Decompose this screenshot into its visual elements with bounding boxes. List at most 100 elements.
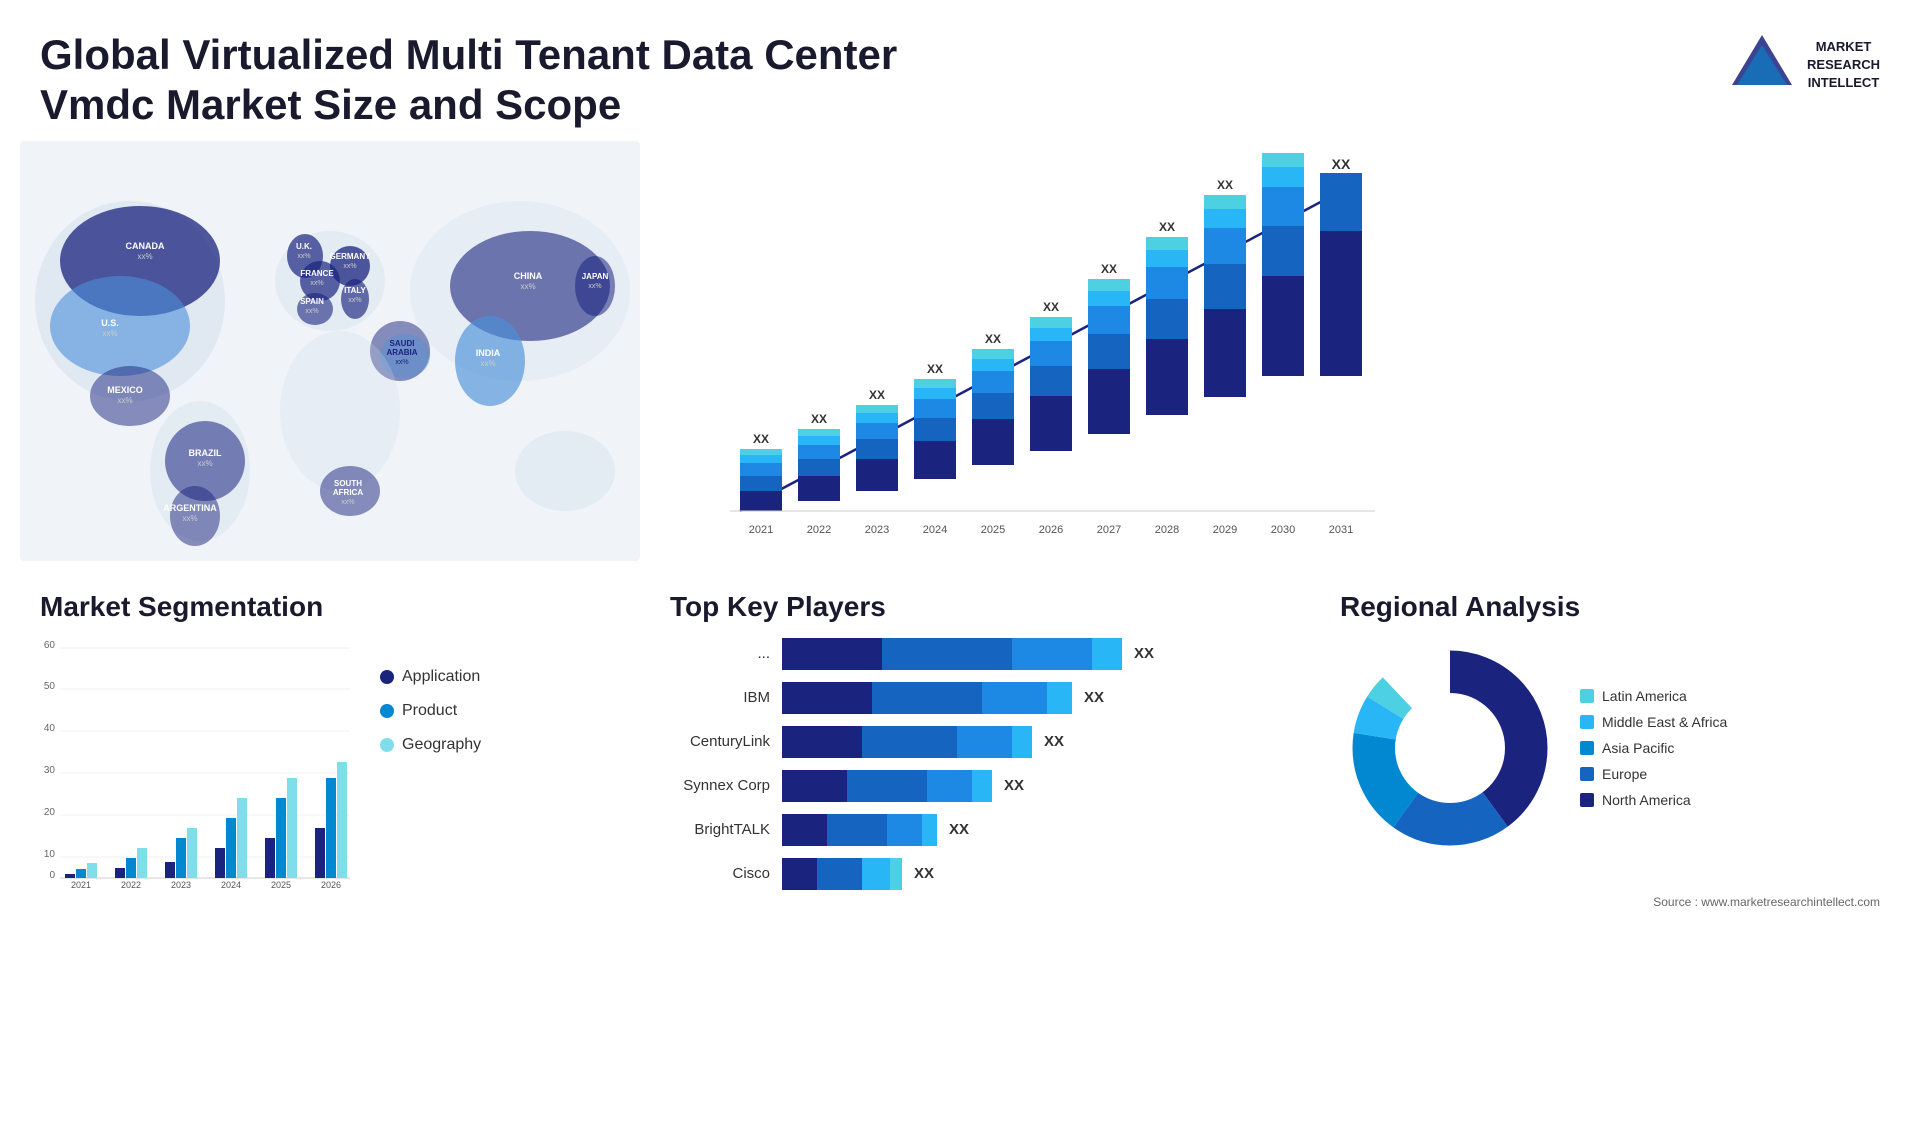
svg-text:xx%: xx% bbox=[520, 282, 535, 291]
svg-text:XX: XX bbox=[869, 388, 885, 402]
svg-text:xx%: xx% bbox=[117, 396, 132, 405]
legend-color-europe bbox=[1580, 767, 1594, 781]
svg-text:CHINA: CHINA bbox=[514, 271, 543, 281]
logo-text: MARKET RESEARCH INTELLECT bbox=[1807, 38, 1880, 93]
svg-text:xx%: xx% bbox=[197, 459, 212, 468]
legend-dot-application bbox=[380, 670, 394, 684]
svg-text:xx%: xx% bbox=[310, 280, 323, 287]
svg-text:SPAIN: SPAIN bbox=[300, 297, 324, 306]
legend-dot-product bbox=[380, 704, 394, 718]
legend-color-latin bbox=[1580, 689, 1594, 703]
player-name-2: CenturyLink bbox=[670, 733, 770, 750]
bar-chart-svg: XX 2021 XX 2022 XX 2023 XX 20 bbox=[710, 151, 1390, 571]
logo: MARKET RESEARCH INTELLECT bbox=[1727, 30, 1880, 100]
legend-color-mea bbox=[1580, 715, 1594, 729]
svg-text:2026: 2026 bbox=[321, 880, 341, 888]
regional-legend: Latin America Middle East & Africa Asia … bbox=[1580, 688, 1727, 808]
svg-text:2026: 2026 bbox=[1039, 524, 1063, 536]
svg-text:2021: 2021 bbox=[749, 524, 773, 536]
key-players-section: Top Key Players ... XX IBM bbox=[640, 586, 1320, 895]
player-name-4: BrightTALK bbox=[670, 821, 770, 838]
svg-text:2024: 2024 bbox=[923, 524, 947, 536]
svg-text:xx%: xx% bbox=[343, 263, 356, 270]
svg-text:xx%: xx% bbox=[395, 359, 408, 366]
svg-text:30: 30 bbox=[44, 765, 56, 776]
svg-text:MEXICO: MEXICO bbox=[107, 385, 143, 395]
player-row-5: Cisco XX bbox=[670, 858, 1290, 890]
svg-text:xx%: xx% bbox=[588, 283, 601, 290]
player-bar-4 bbox=[782, 814, 937, 846]
legend-label-mea: Middle East & Africa bbox=[1602, 714, 1727, 730]
player-value-2: XX bbox=[1044, 733, 1064, 750]
player-row-3: Synnex Corp XX bbox=[670, 770, 1290, 802]
svg-text:XX: XX bbox=[1332, 156, 1351, 172]
svg-text:xx%: xx% bbox=[480, 359, 495, 368]
svg-text:xx%: xx% bbox=[305, 308, 318, 315]
svg-text:40: 40 bbox=[44, 723, 56, 734]
svg-text:ARABIA: ARABIA bbox=[386, 348, 417, 357]
player-bar-3 bbox=[782, 770, 992, 802]
svg-text:20: 20 bbox=[44, 807, 56, 818]
bar-chart-section: XX 2021 XX 2022 XX 2023 XX 20 bbox=[670, 141, 1900, 586]
player-name-0: ... bbox=[670, 645, 770, 662]
svg-text:BRAZIL: BRAZIL bbox=[189, 448, 222, 458]
key-players-list: ... XX IBM XX bbox=[670, 638, 1290, 890]
player-value-1: XX bbox=[1084, 689, 1104, 706]
svg-text:2027: 2027 bbox=[1097, 524, 1121, 536]
player-bar-2 bbox=[782, 726, 1032, 758]
segmentation-legend: Application Product Geography bbox=[380, 668, 481, 754]
legend-label-product: Product bbox=[402, 702, 457, 720]
svg-text:xx%: xx% bbox=[182, 514, 197, 523]
legend-label-geography: Geography bbox=[402, 736, 481, 754]
page-title: Global Virtualized Multi Tenant Data Cen… bbox=[40, 30, 940, 131]
regional-content: Latin America Middle East & Africa Asia … bbox=[1340, 638, 1880, 858]
player-row-2: CenturyLink XX bbox=[670, 726, 1290, 758]
svg-text:50: 50 bbox=[44, 681, 56, 692]
svg-text:INDIA: INDIA bbox=[476, 348, 501, 358]
svg-text:XX: XX bbox=[927, 362, 943, 376]
svg-text:2022: 2022 bbox=[807, 524, 831, 536]
legend-product: Product bbox=[380, 702, 481, 720]
svg-text:SOUTH: SOUTH bbox=[334, 479, 362, 488]
legend-label-apac: Asia Pacific bbox=[1602, 740, 1674, 756]
legend-label-europe: Europe bbox=[1602, 766, 1647, 782]
player-bar-0 bbox=[782, 638, 1122, 670]
player-bar-1 bbox=[782, 682, 1072, 714]
segmentation-chart: 60 50 40 30 20 10 0 2021 bbox=[40, 638, 360, 888]
legend-dot-geography bbox=[380, 738, 394, 752]
svg-text:60: 60 bbox=[44, 640, 56, 651]
svg-text:2022: 2022 bbox=[121, 880, 141, 888]
svg-text:2025: 2025 bbox=[981, 524, 1005, 536]
svg-text:JAPAN: JAPAN bbox=[582, 272, 609, 281]
legend-na: North America bbox=[1580, 792, 1727, 808]
player-row-0: ... XX bbox=[670, 638, 1290, 670]
player-row-1: IBM XX bbox=[670, 682, 1290, 714]
svg-text:XX: XX bbox=[811, 412, 827, 426]
logo-icon bbox=[1727, 30, 1797, 100]
svg-text:2031: 2031 bbox=[1329, 524, 1353, 536]
svg-text:XX: XX bbox=[1043, 300, 1059, 314]
svg-text:AFRICA: AFRICA bbox=[333, 488, 363, 497]
player-value-4: XX bbox=[949, 821, 969, 838]
svg-text:2023: 2023 bbox=[171, 880, 191, 888]
svg-text:2029: 2029 bbox=[1213, 524, 1237, 536]
legend-label-latin: Latin America bbox=[1602, 688, 1687, 704]
segmentation-section: Market Segmentation 60 50 40 30 20 10 0 bbox=[20, 586, 640, 895]
svg-text:XX: XX bbox=[753, 432, 769, 446]
legend-geography: Geography bbox=[380, 736, 481, 754]
legend-mea: Middle East & Africa bbox=[1580, 714, 1727, 730]
svg-text:xx%: xx% bbox=[297, 253, 310, 260]
regional-donut bbox=[1340, 638, 1560, 858]
svg-text:xx%: xx% bbox=[348, 297, 361, 304]
world-map-section: CANADA xx% U.S. xx% MEXICO xx% BRAZIL xx… bbox=[20, 141, 670, 561]
svg-text:CANADA: CANADA bbox=[126, 241, 165, 251]
svg-text:GERMANY: GERMANY bbox=[330, 252, 372, 261]
svg-text:XX: XX bbox=[1101, 262, 1117, 276]
regional-title: Regional Analysis bbox=[1340, 591, 1880, 623]
legend-color-apac bbox=[1580, 741, 1594, 755]
svg-text:10: 10 bbox=[44, 849, 56, 860]
legend-europe: Europe bbox=[1580, 766, 1727, 782]
key-players-title: Top Key Players bbox=[670, 591, 1290, 623]
player-value-0: XX bbox=[1134, 645, 1154, 662]
source-text: Source : www.marketresearchintellect.com bbox=[0, 895, 1920, 914]
